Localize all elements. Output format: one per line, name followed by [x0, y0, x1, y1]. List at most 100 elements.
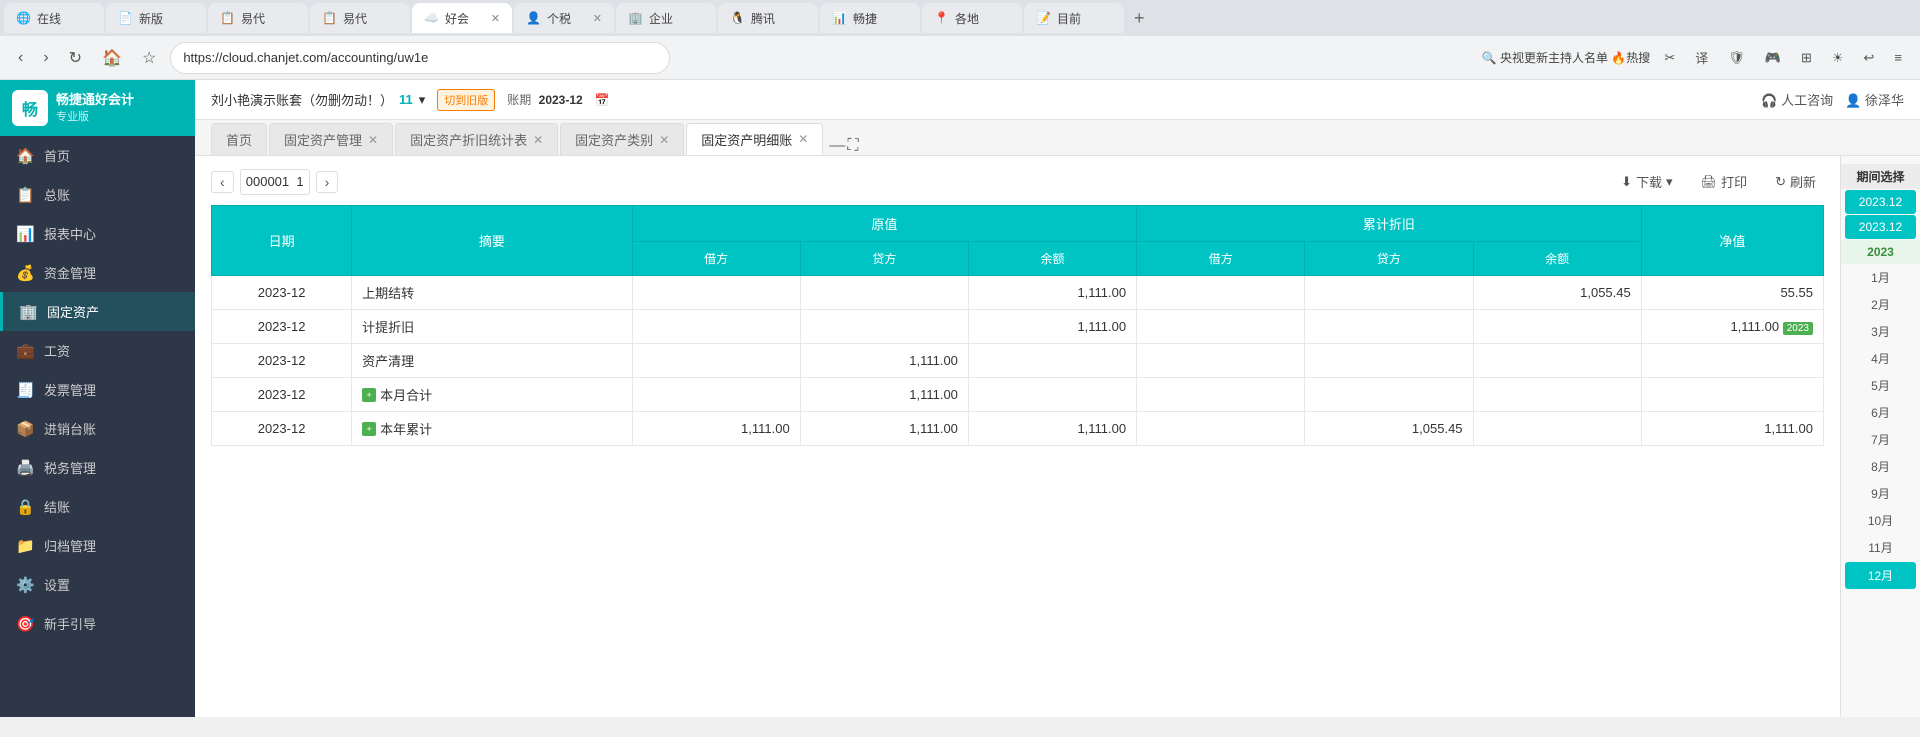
tab-close-icon[interactable]: ✕	[533, 133, 543, 147]
company-selector[interactable]: 刘小艳演示账套（勿删勿动！） 11 ▾	[211, 90, 425, 109]
brightness-icon[interactable]: ☀	[1826, 46, 1850, 70]
sidebar-item-funds[interactable]: 💰 资金管理	[0, 253, 195, 292]
sidebar-item-label: 结账	[44, 497, 70, 516]
col-date: 日期	[212, 206, 352, 276]
menu-button[interactable]: ≡	[1888, 46, 1908, 69]
sidebar-item-settings[interactable]: ⚙️ 设置	[0, 565, 195, 604]
tab-close-icon[interactable]: ✕	[659, 133, 669, 147]
calendar-icon[interactable]: 📅	[595, 93, 610, 107]
sidebar-item-guide[interactable]: 🎯 新手引导	[0, 604, 195, 643]
back-button[interactable]: ‹	[12, 45, 29, 71]
browser-tab-yidai2[interactable]: 📋 易代	[310, 3, 410, 33]
browser-tab-qiye[interactable]: 🏢 企业	[616, 3, 716, 33]
browser-tab-online[interactable]: 🌐 在线	[4, 3, 104, 33]
sidebar-item-reports[interactable]: 📊 报表中心	[0, 214, 195, 253]
cell-orig-balance: 1,111.00	[968, 276, 1136, 310]
tab-favicon: 🏢	[628, 11, 643, 25]
print-button[interactable]: 🖨 打印	[1693, 168, 1756, 195]
period-item-selected-2[interactable]: 2023.12	[1845, 215, 1916, 239]
period-item-mar[interactable]: 3月	[1841, 318, 1920, 345]
bookmark-button[interactable]: ☆	[136, 44, 162, 72]
cell-orig-balance: 1,111.00	[968, 412, 1136, 446]
refresh-icon: ↻	[1775, 174, 1786, 190]
browser-tab-gedi[interactable]: 📍 各地	[922, 3, 1022, 33]
page-number-input[interactable]	[240, 169, 310, 195]
download-icon: ⬇	[1621, 174, 1632, 190]
browser-tab-yidai1[interactable]: 📋 易代	[208, 3, 308, 33]
reload-button[interactable]: ↻	[63, 44, 88, 72]
period-item-selected-1[interactable]: 2023.12	[1845, 190, 1916, 214]
cell-date: 2023-12	[212, 378, 352, 412]
address-input[interactable]	[170, 42, 670, 74]
period-item-jan[interactable]: 1月	[1841, 264, 1920, 291]
cell-orig-debit	[632, 310, 800, 344]
ai-consult-button[interactable]: 🎧 人工咨询	[1761, 90, 1833, 109]
minimize-button[interactable]: —	[829, 137, 845, 155]
tab-home[interactable]: 首页	[211, 123, 267, 155]
tab-close-icon[interactable]: ✕	[491, 12, 500, 25]
period-item-apr[interactable]: 4月	[1841, 345, 1920, 372]
period-item-may[interactable]: 5月	[1841, 372, 1920, 399]
sidebar-item-fixed-assets[interactable]: 🏢 固定资产	[0, 292, 195, 331]
browser-tab-haohui[interactable]: ☁️ 好会 ✕	[412, 3, 512, 33]
tab-asset-detail-ledger[interactable]: 固定资产明细账 ✕	[686, 123, 823, 155]
period-item-feb[interactable]: 2月	[1841, 291, 1920, 318]
scissors-icon[interactable]: ✂	[1658, 46, 1681, 70]
new-tab-button[interactable]: +	[1126, 8, 1153, 29]
cell-date: 2023-12	[212, 344, 352, 378]
cell-acc-debit	[1137, 310, 1305, 344]
shield-button[interactable]: 🛡	[1722, 46, 1751, 70]
tab-asset-category[interactable]: 固定资产类别 ✕	[560, 123, 684, 155]
prev-page-button[interactable]: ‹	[211, 171, 234, 193]
maximize-button[interactable]: ⛶	[847, 137, 858, 155]
sidebar-item-closing[interactable]: 🔒 结账	[0, 487, 195, 526]
browser-tab-muqian[interactable]: 📝 目前	[1024, 3, 1124, 33]
cell-orig-credit: 1,111.00	[800, 412, 968, 446]
refresh-button[interactable]: ↻ 刷新	[1767, 168, 1824, 195]
tab-depreciation-stats[interactable]: 固定资产折旧统计表 ✕	[395, 123, 558, 155]
sidebar-item-tax[interactable]: 🖨️ 税务管理	[0, 448, 195, 487]
sidebar-item-label: 首页	[44, 146, 70, 165]
period-item-jul[interactable]: 7月	[1841, 426, 1920, 453]
sidebar-item-general-ledger[interactable]: 📋 总账	[0, 175, 195, 214]
tab-close-icon[interactable]: ✕	[593, 12, 602, 25]
period-item-sep[interactable]: 9月	[1841, 480, 1920, 507]
cell-orig-credit: 1,111.00	[800, 378, 968, 412]
next-page-button[interactable]: ›	[316, 171, 339, 193]
home-button[interactable]: 🏠	[96, 44, 128, 72]
tab-favicon: 🌐	[16, 11, 31, 25]
period-item-jun[interactable]: 6月	[1841, 399, 1920, 426]
user-profile[interactable]: 👤 徐泽华	[1845, 90, 1904, 109]
grid-icon[interactable]: ⊞	[1795, 46, 1818, 70]
sidebar-item-payroll[interactable]: 💼 工资	[0, 331, 195, 370]
page-tabs: 首页 固定资产管理 ✕ 固定资产折旧统计表 ✕ 固定资产类别 ✕ 固定资产明细账…	[195, 120, 1920, 156]
browser-tab-new[interactable]: 📄 新版	[106, 3, 206, 33]
tab-close-icon[interactable]: ✕	[368, 133, 378, 147]
sidebar-item-archive[interactable]: 📁 归档管理	[0, 526, 195, 565]
forward-button[interactable]: ›	[37, 45, 54, 71]
browser-tab-changjie[interactable]: 📊 畅捷	[820, 3, 920, 33]
browser-toolbar-right: 🔍 央视更新主持人名单 🔥热搜 ✂ 译 🛡 🎮 ⊞ ☀ ↩ ≡	[1482, 44, 1908, 71]
browser-tab-geshui[interactable]: 👤 个税 ✕	[514, 3, 614, 33]
sidebar-item-home[interactable]: 🏠 首页	[0, 136, 195, 175]
sidebar-item-purchase-sales[interactable]: 📦 进销台账	[0, 409, 195, 448]
period-item-dec[interactable]: 12月	[1845, 562, 1916, 589]
undo-button[interactable]: ↩	[1858, 46, 1881, 70]
payroll-icon: 💼	[16, 342, 34, 360]
download-button[interactable]: ⬇ 下载 ▾	[1613, 168, 1680, 195]
period-item-oct[interactable]: 10月	[1841, 507, 1920, 534]
switch-version-button[interactable]: 切到旧版	[437, 89, 495, 111]
period-item-nov[interactable]: 11月	[1841, 534, 1920, 561]
tab-label: 新版	[139, 10, 163, 27]
translate-button[interactable]: 译	[1689, 44, 1714, 71]
period-item-aug[interactable]: 8月	[1841, 453, 1920, 480]
period-item-year[interactable]: 2023	[1841, 240, 1920, 264]
tab-favicon: 👤	[526, 11, 541, 25]
sidebar-item-invoices[interactable]: 🧾 发票管理	[0, 370, 195, 409]
tab-close-icon[interactable]: ✕	[798, 132, 808, 146]
tab-favicon: 📄	[118, 11, 133, 25]
browser-tab-tengxun[interactable]: 🐧 腾讯	[718, 3, 818, 33]
gamepad-icon[interactable]: 🎮	[1759, 46, 1787, 70]
cell-summary: 上期结转	[352, 276, 632, 310]
tab-fixed-asset-mgmt[interactable]: 固定资产管理 ✕	[269, 123, 393, 155]
